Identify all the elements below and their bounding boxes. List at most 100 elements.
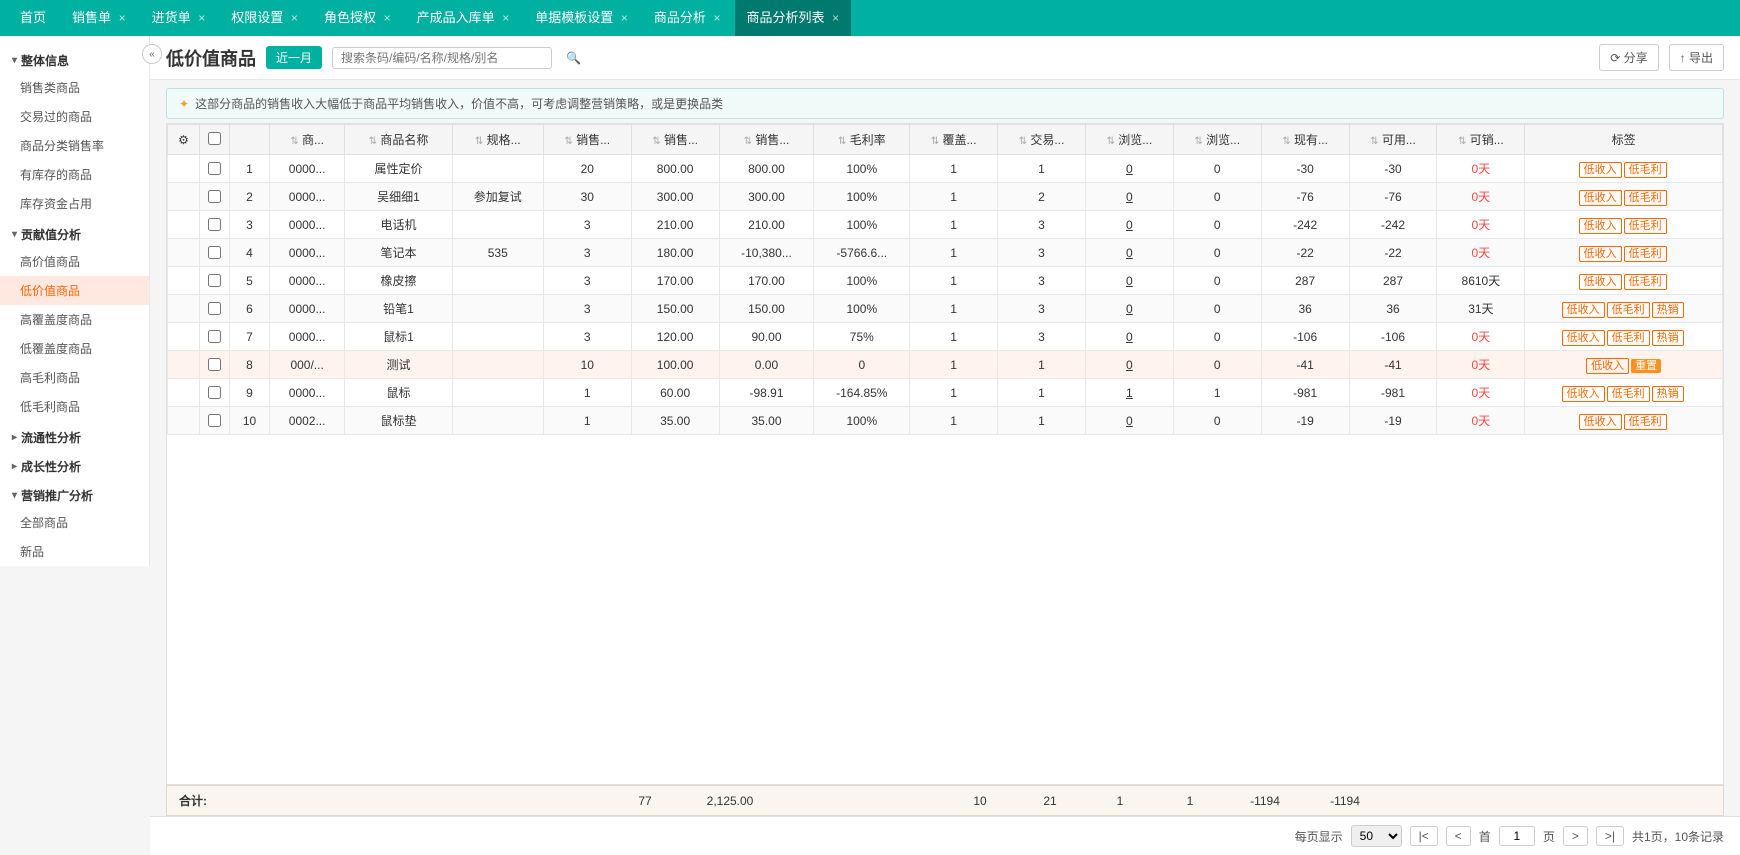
sidebar-item-high-value[interactable]: 高价值商品: [0, 247, 149, 276]
cell-check[interactable]: [200, 239, 230, 267]
nav-inventory[interactable]: 产成品入库单 ×: [405, 0, 522, 36]
check-all-box[interactable]: [208, 132, 221, 145]
per-page-select[interactable]: 50 100 200: [1351, 825, 1402, 847]
nav-roles[interactable]: 角色授权 ×: [312, 0, 403, 36]
cell-browse1[interactable]: 0: [1085, 267, 1173, 295]
cell-check[interactable]: [200, 407, 230, 435]
browse1-link[interactable]: 0: [1126, 414, 1133, 428]
browse1-link[interactable]: 0: [1126, 274, 1133, 288]
row-checkbox[interactable]: [208, 330, 221, 343]
browse1-link[interactable]: 0: [1126, 302, 1133, 316]
browse1-link[interactable]: 1: [1126, 386, 1133, 400]
row-checkbox[interactable]: [208, 386, 221, 399]
col-sales-amount-header[interactable]: ⇅ 销售...: [719, 125, 814, 155]
browse1-link[interactable]: 0: [1126, 218, 1133, 232]
col-spec-header[interactable]: ⇅ 规格...: [452, 125, 543, 155]
page-number-input[interactable]: [1499, 826, 1535, 846]
prev-page-btn[interactable]: <: [1446, 826, 1471, 846]
cell-browse1[interactable]: 0: [1085, 407, 1173, 435]
row-checkbox[interactable]: [208, 414, 221, 427]
col-coverage-header[interactable]: ⇅ 覆盖...: [910, 125, 998, 155]
nav-analysis-list[interactable]: 商品分析列表 ×: [735, 0, 852, 36]
sidebar-item-all-goods[interactable]: 全部商品: [0, 508, 149, 537]
col-saleable-header[interactable]: ⇅ 可销...: [1437, 125, 1525, 155]
cell-browse1[interactable]: 1: [1085, 379, 1173, 407]
sidebar-group-circulation[interactable]: ▸ 流通性分析: [0, 421, 149, 450]
sidebar-collapse-btn[interactable]: «: [142, 44, 162, 64]
cell-browse1[interactable]: 0: [1085, 155, 1173, 183]
cell-check[interactable]: [200, 351, 230, 379]
sidebar-group-growth[interactable]: ▸ 成长性分析: [0, 450, 149, 479]
sidebar-item-new-goods[interactable]: 新品: [0, 537, 149, 566]
col-name-header[interactable]: ⇅ 商品名称: [345, 125, 453, 155]
last-page-btn[interactable]: >|: [1596, 826, 1624, 846]
cell-check[interactable]: [200, 323, 230, 351]
nav-permissions-close[interactable]: ×: [291, 11, 298, 25]
nav-analysis[interactable]: 商品分析 ×: [642, 0, 733, 36]
cell-browse1[interactable]: 0: [1085, 211, 1173, 239]
browse1-link[interactable]: 0: [1126, 190, 1133, 204]
nav-sales[interactable]: 销售单 ×: [60, 0, 138, 36]
cell-check[interactable]: [200, 267, 230, 295]
row-checkbox[interactable]: [208, 190, 221, 203]
col-available-header[interactable]: ⇅ 可用...: [1349, 125, 1437, 155]
cell-browse1[interactable]: 0: [1085, 295, 1173, 323]
nav-roles-close[interactable]: ×: [384, 11, 391, 25]
sidebar-item-traded[interactable]: 交易过的商品: [0, 102, 149, 131]
cell-check[interactable]: [200, 379, 230, 407]
sidebar-item-sales-goods[interactable]: 销售类商品: [0, 73, 149, 102]
cell-browse1[interactable]: 0: [1085, 351, 1173, 379]
nav-analysis-close[interactable]: ×: [713, 11, 720, 25]
share-btn[interactable]: ⟳ 分享: [1599, 44, 1658, 71]
browse1-link[interactable]: 0: [1126, 162, 1133, 176]
sidebar-group-contribution[interactable]: ▾ 贡献值分析: [0, 218, 149, 247]
period-btn[interactable]: 近一月: [266, 46, 322, 69]
col-gear[interactable]: ⚙: [168, 125, 200, 155]
row-checkbox[interactable]: [208, 274, 221, 287]
sidebar-item-high-coverage[interactable]: 高覆盖度商品: [0, 305, 149, 334]
col-browse1-header[interactable]: ⇅ 浏览...: [1085, 125, 1173, 155]
row-checkbox[interactable]: [208, 246, 221, 259]
cell-browse1[interactable]: 0: [1085, 323, 1173, 351]
sidebar-item-low-margin[interactable]: 低毛利商品: [0, 392, 149, 421]
nav-template-close[interactable]: ×: [621, 11, 628, 25]
col-sales-qty-header[interactable]: ⇅ 销售...: [543, 125, 631, 155]
sidebar-group-overall[interactable]: ▾ 整体信息: [0, 44, 149, 73]
first-page-btn[interactable]: |<: [1410, 826, 1438, 846]
nav-analysis-list-close[interactable]: ×: [832, 11, 839, 25]
nav-purchase-close[interactable]: ×: [198, 11, 205, 25]
cell-browse1[interactable]: 0: [1085, 183, 1173, 211]
col-browse2-header[interactable]: ⇅ 浏览...: [1173, 125, 1261, 155]
search-icon[interactable]: 🔍: [566, 51, 581, 65]
export-btn[interactable]: ↑ 导出: [1669, 44, 1724, 71]
browse1-link[interactable]: 0: [1126, 330, 1133, 344]
sidebar-item-high-margin[interactable]: 高毛利商品: [0, 363, 149, 392]
browse1-link[interactable]: 0: [1126, 246, 1133, 260]
sidebar-item-stock-goods[interactable]: 有库存的商品: [0, 160, 149, 189]
sidebar-item-low-value[interactable]: 低价值商品: [0, 276, 149, 305]
search-input[interactable]: [332, 47, 552, 69]
browse1-link[interactable]: 0: [1126, 358, 1133, 372]
col-gross-rate-header[interactable]: ⇅ 毛利率: [814, 125, 910, 155]
col-code-header[interactable]: ⇅ 商...: [270, 125, 345, 155]
sidebar-item-category-rate[interactable]: 商品分类销售率: [0, 131, 149, 160]
nav-permissions[interactable]: 权限设置 ×: [219, 0, 310, 36]
nav-template[interactable]: 单据模板设置 ×: [523, 0, 640, 36]
sidebar-item-stock-capital[interactable]: 库存资金占用: [0, 189, 149, 218]
col-trade-header[interactable]: ⇅ 交易...: [998, 125, 1086, 155]
row-checkbox[interactable]: [208, 162, 221, 175]
cell-check[interactable]: [200, 295, 230, 323]
row-checkbox[interactable]: [208, 218, 221, 231]
row-checkbox[interactable]: [208, 358, 221, 371]
cell-check[interactable]: [200, 211, 230, 239]
cell-check[interactable]: [200, 155, 230, 183]
next-page-btn[interactable]: >: [1563, 826, 1588, 846]
col-check-all[interactable]: [200, 125, 230, 155]
cell-check[interactable]: [200, 183, 230, 211]
nav-purchase[interactable]: 进货单 ×: [140, 0, 218, 36]
cell-browse1[interactable]: 0: [1085, 239, 1173, 267]
col-current-header[interactable]: ⇅ 现有...: [1261, 125, 1349, 155]
nav-home[interactable]: 首页: [8, 0, 58, 36]
nav-sales-close[interactable]: ×: [119, 11, 126, 25]
nav-inventory-close[interactable]: ×: [502, 11, 509, 25]
